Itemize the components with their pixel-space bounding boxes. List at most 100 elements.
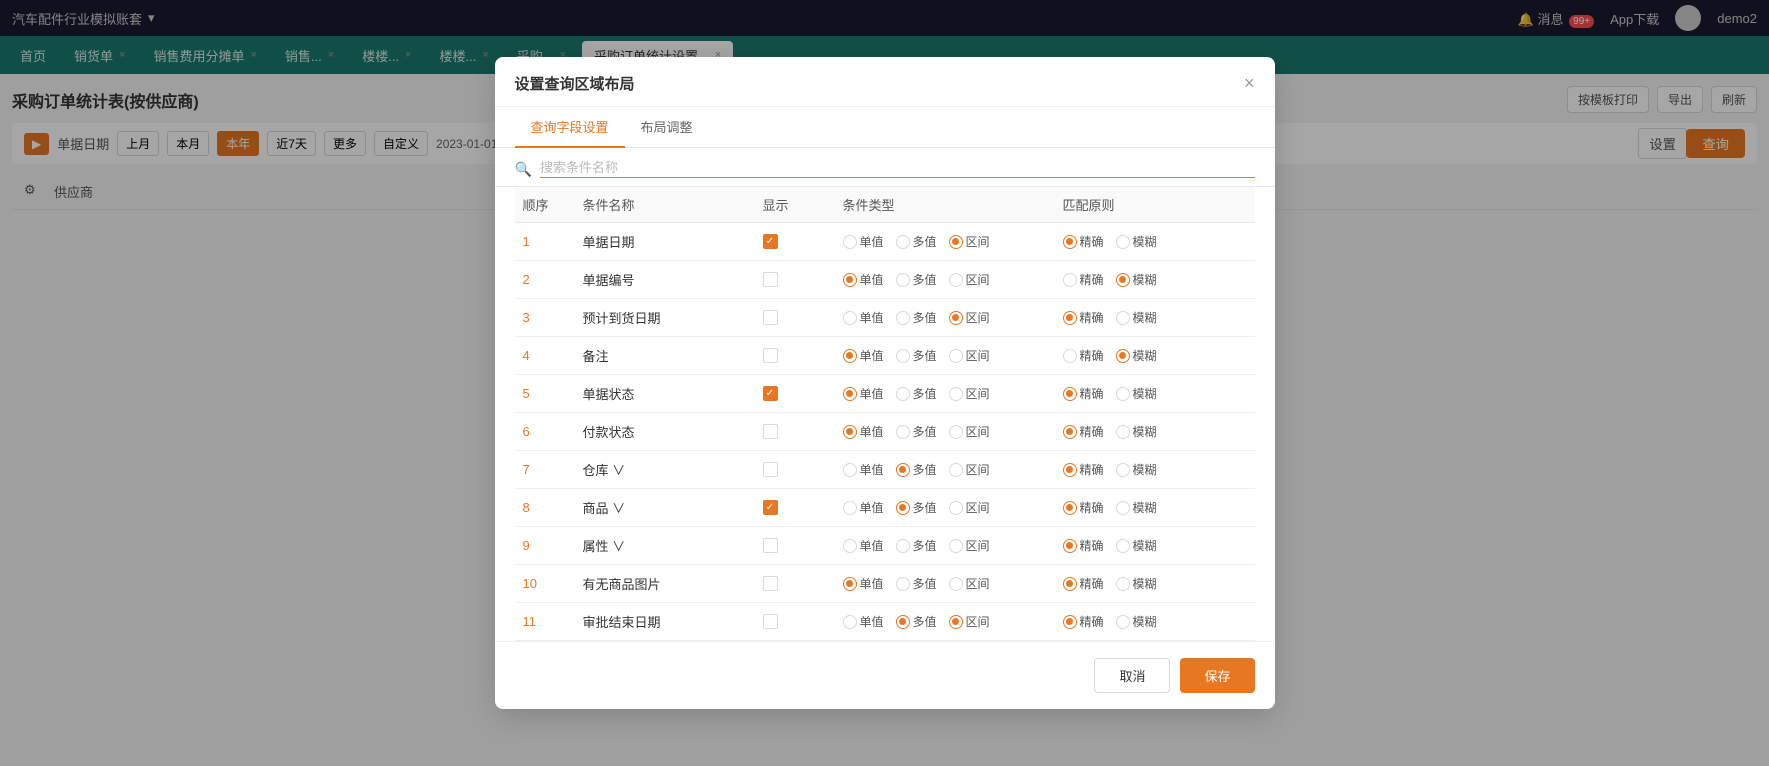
match-rule-radio-fuzzy[interactable]: 模糊 — [1116, 271, 1157, 288]
radio-label: 多值 — [913, 233, 937, 250]
cond-type-radio-multi[interactable]: 多值 — [896, 575, 937, 592]
cond-type-radio-multi[interactable]: 多值 — [896, 385, 937, 402]
cond-type-radio-range[interactable]: 区间 — [949, 233, 990, 250]
match-rule-radio-exact[interactable]: 精确 — [1063, 271, 1104, 288]
display-checkbox[interactable] — [763, 348, 778, 363]
cond-type-radio-range[interactable]: 区间 — [949, 461, 990, 478]
cond-type-radio-single[interactable]: 单值 — [843, 271, 884, 288]
search-input[interactable] — [540, 160, 1255, 178]
match-rule-radio-exact[interactable]: 精确 — [1063, 347, 1104, 364]
cond-type-radio-range[interactable]: 区间 — [949, 537, 990, 554]
cond-type-radio-multi[interactable]: 多值 — [896, 499, 937, 516]
radio-circle — [896, 349, 910, 363]
cond-type-radio-single[interactable]: 单值 — [843, 537, 884, 554]
match-rule-radio-fuzzy[interactable]: 模糊 — [1116, 423, 1157, 440]
cond-type-radio-range[interactable]: 区间 — [949, 499, 990, 516]
cond-type-radio-range[interactable]: 区间 — [949, 347, 990, 364]
row-display[interactable] — [755, 343, 835, 368]
match-rule-radio-fuzzy[interactable]: 模糊 — [1116, 233, 1157, 250]
match-rule-radio-fuzzy[interactable]: 模糊 — [1116, 385, 1157, 402]
cond-type-radio-range[interactable]: 区间 — [949, 613, 990, 630]
match-rule-radio-exact[interactable]: 精确 — [1063, 499, 1104, 516]
cond-type-radio-multi[interactable]: 多值 — [896, 347, 937, 364]
dialog-tab-query-fields[interactable]: 查询字段设置 — [515, 107, 625, 148]
cond-type-radio-single[interactable]: 单值 — [843, 347, 884, 364]
radio-label: 精确 — [1080, 385, 1104, 402]
cond-type-radio-range[interactable]: 区间 — [949, 423, 990, 440]
save-button[interactable]: 保存 — [1180, 658, 1254, 693]
row-display[interactable] — [755, 267, 835, 292]
display-checkbox[interactable] — [763, 272, 778, 287]
row-display[interactable] — [755, 305, 835, 330]
row-display[interactable] — [755, 419, 835, 444]
match-rule-radio-fuzzy[interactable]: 模糊 — [1116, 347, 1157, 364]
dialog-tab-layout[interactable]: 布局调整 — [625, 107, 709, 148]
cond-type-radio-multi[interactable]: 多值 — [896, 613, 937, 630]
row-display[interactable] — [755, 571, 835, 596]
cond-type-radio-multi[interactable]: 多值 — [896, 309, 937, 326]
cond-type-radio-multi[interactable]: 多值 — [896, 461, 937, 478]
match-rule-radio-fuzzy[interactable]: 模糊 — [1116, 499, 1157, 516]
display-checkbox[interactable] — [763, 576, 778, 591]
match-rule-radio-exact[interactable]: 精确 — [1063, 309, 1104, 326]
cond-type-radio-range[interactable]: 区间 — [949, 575, 990, 592]
radio-label: 模糊 — [1133, 499, 1157, 516]
match-rule-radio-fuzzy[interactable]: 模糊 — [1116, 613, 1157, 630]
cond-type-radio-range[interactable]: 区间 — [949, 271, 990, 288]
row-display[interactable] — [755, 609, 835, 634]
match-rule-radio-exact[interactable]: 精确 — [1063, 461, 1104, 478]
radio-circle — [1116, 577, 1130, 591]
match-rule-radio-exact[interactable]: 精确 — [1063, 537, 1104, 554]
display-checkbox[interactable] — [763, 424, 778, 439]
display-checkbox[interactable] — [763, 310, 778, 325]
match-rule-radio-exact[interactable]: 精确 — [1063, 575, 1104, 592]
match-rule-radio-exact[interactable]: 精确 — [1063, 423, 1104, 440]
row-display[interactable] — [755, 229, 835, 254]
dialog-rows-container: 1单据日期单值多值区间精确模糊2单据编号单值多值区间精确模糊3预计到货日期单值多… — [515, 223, 1255, 641]
cond-type-radio-single[interactable]: 单值 — [843, 499, 884, 516]
match-rule-radio-fuzzy[interactable]: 模糊 — [1116, 537, 1157, 554]
cond-type-radio-multi[interactable]: 多值 — [896, 423, 937, 440]
cond-type-radio-multi[interactable]: 多值 — [896, 537, 937, 554]
match-rule-radio-fuzzy[interactable]: 模糊 — [1116, 309, 1157, 326]
cond-type-radio-range[interactable]: 区间 — [949, 309, 990, 326]
match-rule-radio-exact[interactable]: 精确 — [1063, 385, 1104, 402]
cond-type-radio-multi[interactable]: 多值 — [896, 271, 937, 288]
display-checkbox[interactable] — [763, 234, 778, 249]
display-checkbox[interactable] — [763, 462, 778, 477]
radio-label: 多值 — [913, 385, 937, 402]
display-checkbox[interactable] — [763, 500, 778, 515]
radio-label: 区间 — [966, 271, 990, 288]
cond-type-radio-range[interactable]: 区间 — [949, 385, 990, 402]
dialog-close-button[interactable]: × — [1244, 73, 1255, 106]
cond-type-radio-single[interactable]: 单值 — [843, 423, 884, 440]
display-checkbox[interactable] — [763, 386, 778, 401]
cancel-button[interactable]: 取消 — [1094, 658, 1170, 693]
cond-type-radio-single[interactable]: 单值 — [843, 461, 884, 478]
radio-label: 单值 — [860, 537, 884, 554]
row-display[interactable] — [755, 457, 835, 482]
row-display[interactable] — [755, 381, 835, 406]
radio-circle — [1063, 501, 1077, 515]
cond-type-radio-single[interactable]: 单值 — [843, 233, 884, 250]
display-checkbox[interactable] — [763, 614, 778, 629]
match-rule-radio-fuzzy[interactable]: 模糊 — [1116, 575, 1157, 592]
match-rule-radio-exact[interactable]: 精确 — [1063, 233, 1104, 250]
row-display[interactable] — [755, 495, 835, 520]
cond-type-radio-single[interactable]: 单值 — [843, 575, 884, 592]
match-rule-radio-exact[interactable]: 精确 — [1063, 613, 1104, 630]
row-cond-type: 单值 多值区间 — [835, 229, 1055, 254]
row-num: 6 — [515, 419, 575, 444]
display-checkbox[interactable] — [763, 538, 778, 553]
cond-type-radio-multi[interactable]: 多值 — [896, 233, 937, 250]
row-display[interactable] — [755, 533, 835, 558]
table-row: 2单据编号单值多值区间精确模糊 — [515, 261, 1255, 299]
cond-type-radio-single[interactable]: 单值 — [843, 613, 884, 630]
radio-circle — [949, 387, 963, 401]
cond-type-radio-single[interactable]: 单值 — [843, 385, 884, 402]
dialog-title: 设置查询区域布局 — [515, 73, 635, 106]
match-rule-radio-fuzzy[interactable]: 模糊 — [1116, 461, 1157, 478]
cond-type-radio-single[interactable]: 单值 — [843, 309, 884, 326]
table-row: 11审批结束日期单值多值区间精确模糊 — [515, 603, 1255, 641]
radio-label: 多值 — [913, 613, 937, 630]
